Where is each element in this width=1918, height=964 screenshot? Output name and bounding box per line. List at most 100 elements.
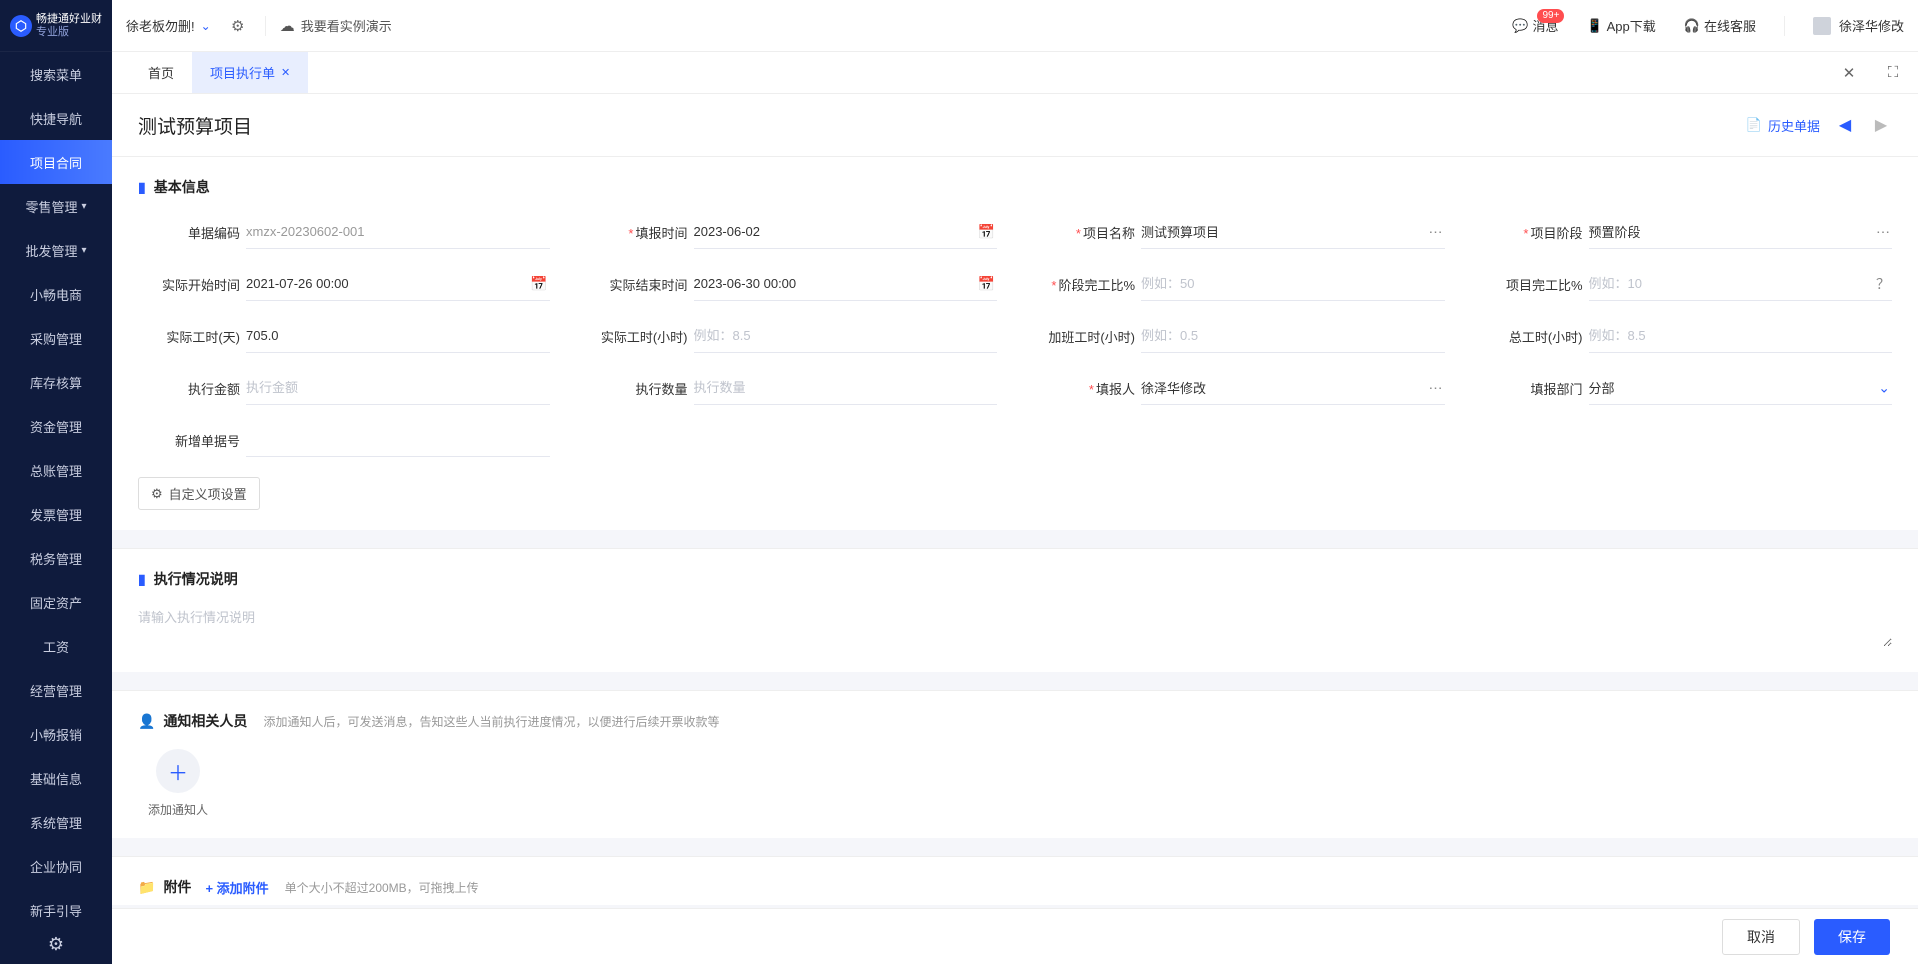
close-icon: ✕ bbox=[1843, 64, 1856, 82]
footer-bar: 取消 保存 bbox=[112, 908, 1918, 964]
calendar-icon[interactable]: 📅 bbox=[978, 275, 995, 292]
add-attachment-link[interactable]: + 添加附件 bbox=[205, 878, 268, 897]
content-scroll[interactable]: 测试预算项目 📄 历史单据 ◀ ▶ ▮ 基本信息 单据编码 xmzx-20230… bbox=[112, 94, 1918, 908]
sidebar-item-label: 批发管理 bbox=[25, 241, 77, 260]
brand-name: 畅捷通好业财 bbox=[36, 13, 102, 25]
chevron-down-icon[interactable]: ⌄ bbox=[1878, 379, 1890, 396]
sidebar-item-13[interactable]: 工资 bbox=[0, 624, 112, 668]
cloud-icon: ☁ bbox=[280, 17, 295, 35]
sidebar-settings[interactable]: ⚙ bbox=[0, 924, 112, 964]
sidebar-item-5[interactable]: 小畅电商 bbox=[0, 272, 112, 316]
caret-down-icon: ▾ bbox=[81, 201, 86, 212]
sidebar-item-12[interactable]: 固定资产 bbox=[0, 580, 112, 624]
page-header: 测试预算项目 📄 历史单据 ◀ ▶ bbox=[112, 94, 1918, 156]
gear-icon: ⚙ bbox=[231, 17, 244, 35]
sidebar-item-0[interactable]: 搜索菜单 bbox=[0, 52, 112, 96]
more-icon[interactable]: ⋯ bbox=[1429, 379, 1443, 396]
label-project-name: 项目名称 bbox=[1083, 226, 1135, 241]
cancel-button[interactable]: 取消 bbox=[1722, 919, 1800, 955]
sidebar-item-6[interactable]: 采购管理 bbox=[0, 316, 112, 360]
sidebar-item-17[interactable]: 系统管理 bbox=[0, 800, 112, 844]
page-title: 测试预算项目 bbox=[138, 112, 252, 139]
sidebar-item-15[interactable]: 小畅报销 bbox=[0, 712, 112, 756]
folder-icon: 📁 bbox=[138, 879, 155, 896]
section-attach: 📁 附件 + 添加附件 单个大小不超过200MB，可拖拽上传 bbox=[112, 856, 1918, 905]
more-icon[interactable]: ⋯ bbox=[1876, 223, 1890, 240]
fullscreen-button[interactable]: ⛶ bbox=[1878, 58, 1908, 88]
label-doc-code: 单据编码 bbox=[138, 223, 246, 242]
section-icon: ▮ bbox=[138, 571, 146, 588]
sidebar-item-label: 库存核算 bbox=[30, 373, 82, 392]
attach-hint: 单个大小不超过200MB，可拖拽上传 bbox=[285, 879, 479, 896]
tab-0[interactable]: 首页 bbox=[130, 52, 192, 93]
app-label: App下载 bbox=[1607, 16, 1656, 35]
sidebar-item-11[interactable]: 税务管理 bbox=[0, 536, 112, 580]
document-icon: 📄 bbox=[1746, 117, 1762, 133]
close-tab-button[interactable]: ✕ bbox=[1834, 58, 1864, 88]
messages-badge: 99+ bbox=[1537, 9, 1564, 23]
settings-button[interactable]: ⚙ bbox=[225, 13, 251, 39]
history-label: 历史单据 bbox=[1768, 116, 1820, 135]
sidebar-item-2[interactable]: 项目合同 bbox=[0, 140, 112, 184]
app-download-link[interactable]: 📱 App下载 bbox=[1586, 16, 1655, 35]
gear-icon: ⚙ bbox=[48, 934, 64, 955]
tab-1[interactable]: 项目执行单✕ bbox=[192, 52, 308, 93]
project-pct-input[interactable] bbox=[1589, 276, 1893, 291]
add-notifier-button[interactable]: ＋ bbox=[156, 749, 200, 793]
org-selector[interactable]: 徐老板勿删! ⌄ bbox=[126, 16, 211, 35]
actual-days-value: 705.0 bbox=[246, 328, 279, 343]
new-doc-no-input[interactable] bbox=[246, 432, 550, 447]
sidebar-item-16[interactable]: 基础信息 bbox=[0, 756, 112, 800]
sidebar-item-label: 企业协同 bbox=[30, 857, 82, 876]
exec-desc-input[interactable] bbox=[138, 607, 1892, 647]
history-link[interactable]: 📄 历史单据 bbox=[1746, 116, 1820, 135]
prev-record-button[interactable]: ◀ bbox=[1834, 114, 1856, 136]
report-dept-value: 分部 bbox=[1589, 378, 1615, 397]
demo-label: 我要看实例演示 bbox=[301, 16, 392, 35]
sidebar-item-label: 总账管理 bbox=[30, 461, 82, 480]
sidebar-item-14[interactable]: 经营管理 bbox=[0, 668, 112, 712]
sidebar-item-4[interactable]: 批发管理 ▾ bbox=[0, 228, 112, 272]
calendar-icon[interactable]: 📅 bbox=[978, 223, 995, 240]
brand-logo: 畅捷通好业财 专业版 bbox=[0, 0, 112, 52]
total-hours-input[interactable] bbox=[1589, 328, 1893, 343]
sidebar-item-7[interactable]: 库存核算 bbox=[0, 360, 112, 404]
exec-qty-input[interactable] bbox=[694, 380, 998, 395]
next-record-button[interactable]: ▶ bbox=[1870, 114, 1892, 136]
sidebar-item-19[interactable]: 新手引导 bbox=[0, 888, 112, 924]
sidebar-item-3[interactable]: 零售管理▾ bbox=[0, 184, 112, 228]
ot-hours-input[interactable] bbox=[1141, 328, 1445, 343]
sidebar-item-label: 项目合同 bbox=[30, 153, 82, 172]
close-icon[interactable]: ✕ bbox=[281, 66, 290, 79]
avatar-icon bbox=[1813, 17, 1831, 35]
support-link[interactable]: 🎧 在线客服 bbox=[1684, 16, 1756, 35]
demo-link[interactable]: ☁ 我要看实例演示 bbox=[280, 16, 392, 35]
sidebar-item-1[interactable]: 快捷导航 bbox=[0, 96, 112, 140]
section-notify: 👤 通知相关人员 添加通知人后，可发送消息，告知这些人当前执行进度情况，以便进行… bbox=[112, 690, 1918, 838]
label-actual-end: 实际结束时间 bbox=[586, 275, 694, 294]
more-icon[interactable]: ⋯ bbox=[1429, 223, 1443, 240]
caret-down-icon: ▾ bbox=[81, 245, 86, 256]
section-title: 基本信息 bbox=[154, 177, 210, 197]
user-menu[interactable]: 徐泽华修改 bbox=[1813, 16, 1904, 35]
sidebar-item-label: 税务管理 bbox=[30, 549, 82, 568]
help-icon[interactable]: ？ bbox=[1876, 274, 1890, 294]
sidebar-item-8[interactable]: 资金管理 bbox=[0, 404, 112, 448]
section-title: 通知相关人员 bbox=[163, 711, 247, 731]
gear-icon: ⚙ bbox=[151, 486, 163, 502]
section-icon: ▮ bbox=[138, 179, 146, 196]
messages-link[interactable]: 💬 消息 99+ bbox=[1512, 16, 1558, 35]
save-button[interactable]: 保存 bbox=[1814, 919, 1890, 955]
sidebar-item-label: 基础信息 bbox=[30, 769, 82, 788]
notify-hint: 添加通知人后，可发送消息，告知这些人当前执行进度情况，以便进行后续开票收款等 bbox=[263, 713, 719, 730]
calendar-icon[interactable]: 📅 bbox=[530, 275, 547, 292]
exec-amount-input[interactable] bbox=[246, 380, 550, 395]
sidebar-item-10[interactable]: 发票管理 bbox=[0, 492, 112, 536]
actual-hours-input[interactable] bbox=[694, 328, 998, 343]
headset-icon: 🎧 bbox=[1684, 18, 1700, 34]
sidebar-item-18[interactable]: 企业协同 bbox=[0, 844, 112, 888]
phone-icon: 📱 bbox=[1586, 18, 1602, 34]
custom-fields-button[interactable]: ⚙ 自定义项设置 bbox=[138, 477, 260, 510]
stage-pct-input[interactable] bbox=[1141, 276, 1445, 291]
sidebar-item-9[interactable]: 总账管理 bbox=[0, 448, 112, 492]
